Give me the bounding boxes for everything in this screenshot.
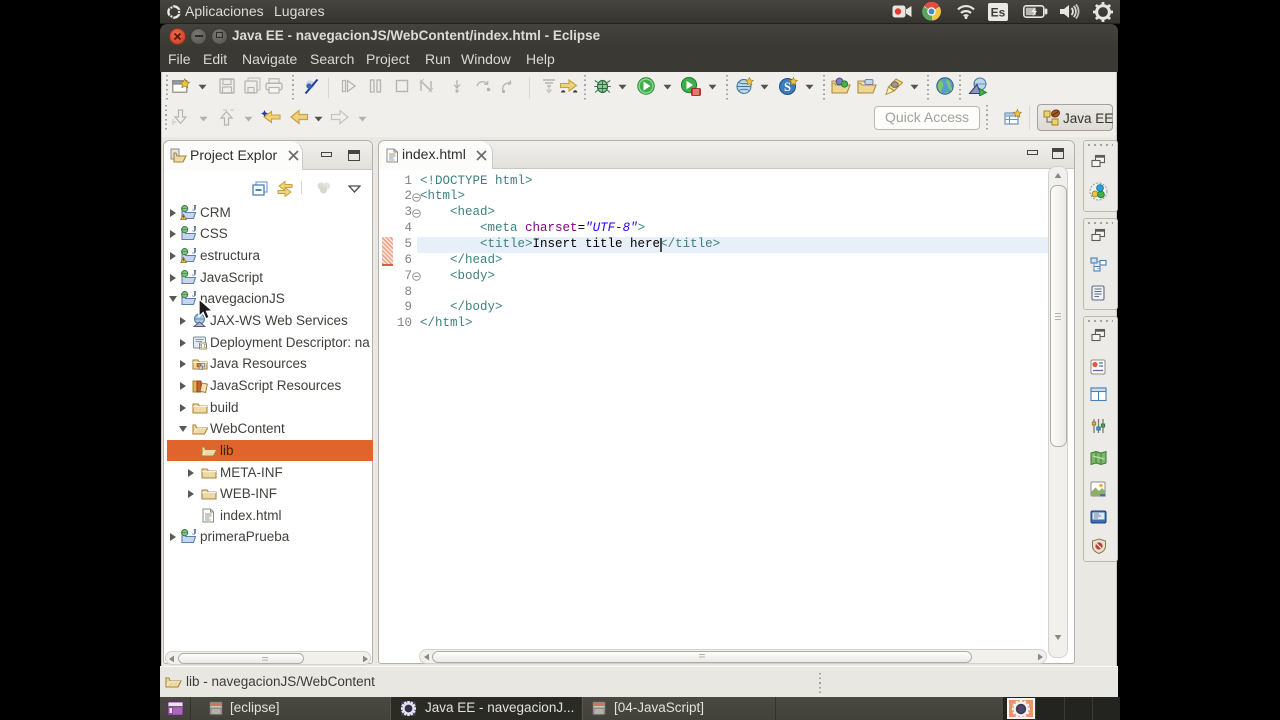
svg-text:J: J <box>192 226 196 234</box>
svg-text:S: S <box>784 80 791 94</box>
svg-text:Es: Es <box>991 6 1006 20</box>
svg-text:J: J <box>192 291 196 299</box>
svg-text:J: J <box>192 270 196 278</box>
svg-text:3.0: 3.0 <box>199 344 207 350</box>
svg-text:J: J <box>192 248 196 256</box>
svg-text:J: J <box>192 529 196 537</box>
svg-text:J: J <box>192 205 196 213</box>
